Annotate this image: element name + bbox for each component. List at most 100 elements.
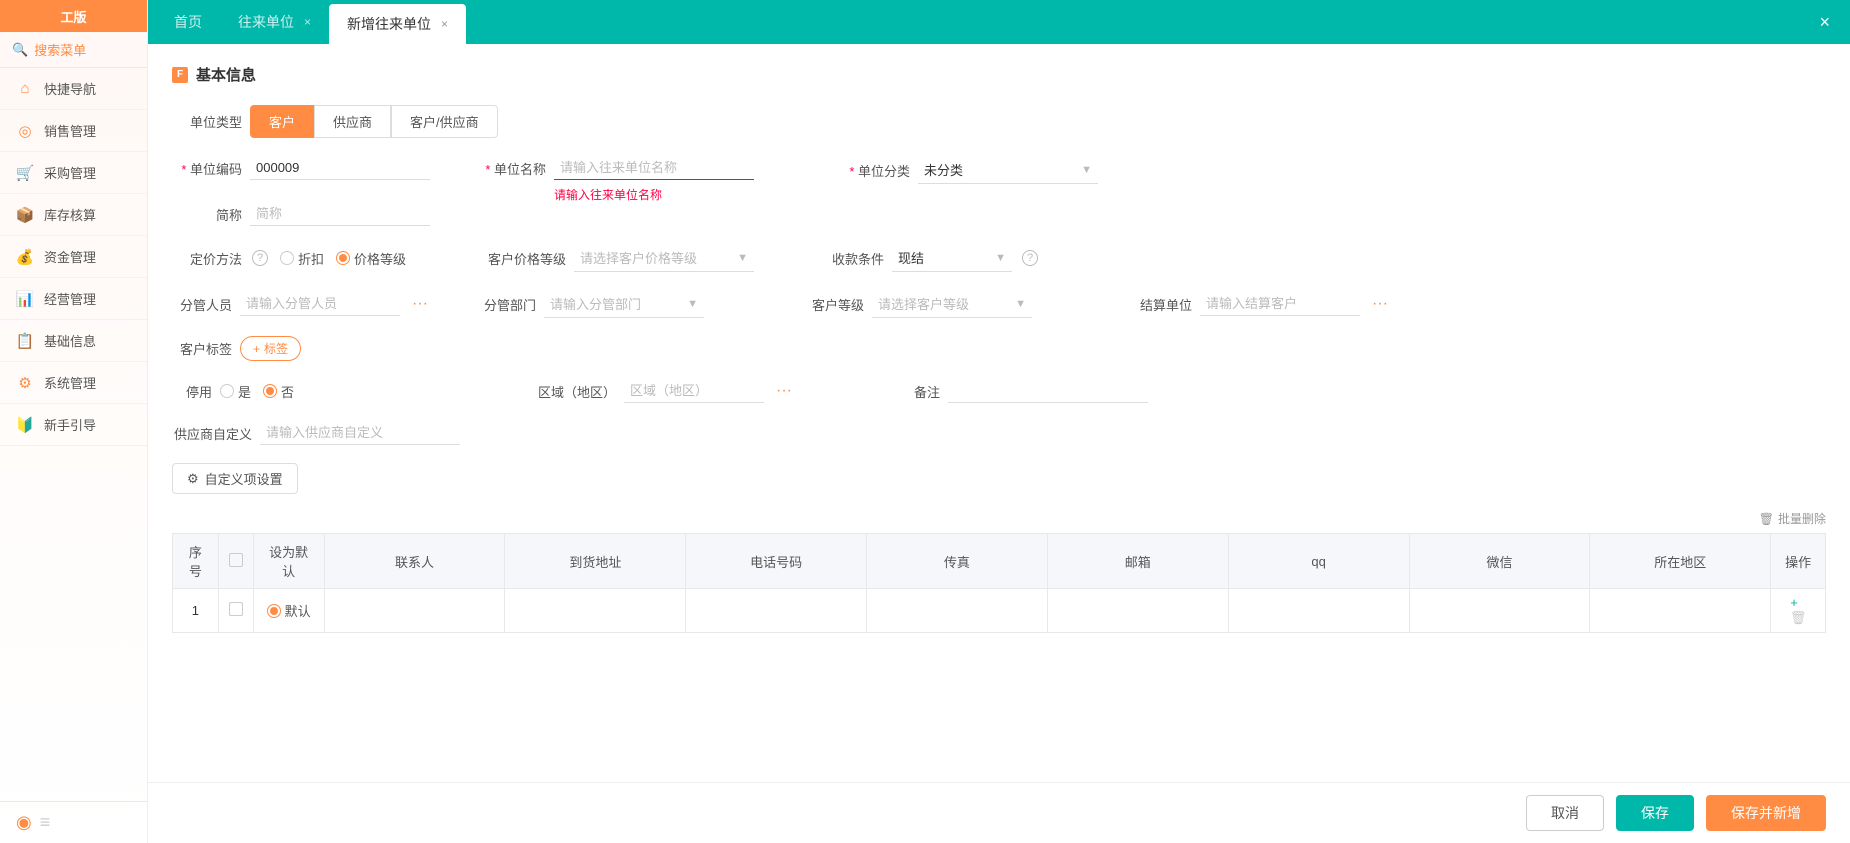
col-wechat: 微信 [1409,534,1590,589]
sidebar-item-inventory[interactable]: 📦 库存核算 [0,194,147,236]
radio-yes[interactable]: 是 [220,382,251,401]
cell-phone[interactable] [686,589,867,633]
custom-settings-button[interactable]: ⚙ 自定义项设置 [172,463,298,494]
manager-label: 分管人员 [172,295,232,314]
manager-input[interactable] [240,292,400,316]
cell-wechat[interactable] [1409,589,1590,633]
cell-checkbox[interactable] [218,589,253,633]
settlement-more-icon[interactable]: ··· [1368,295,1392,313]
pricing-help-icon[interactable]: ? [252,250,268,266]
save-new-button[interactable]: 保存并新增 [1706,795,1826,831]
form-content: F 基本信息 单位类型 客户 供应商 客户/供应商 单位编码 单位名称 [148,44,1850,782]
area-more-icon[interactable]: ··· [772,382,796,400]
save-button[interactable]: 保存 [1616,795,1694,831]
tab-home[interactable]: 首页 [156,0,220,44]
pricing-method-group: 定价方法 ? 折扣 价格等级 [172,249,452,268]
payment-terms-select[interactable]: 现结 ▼ [892,244,1012,272]
sidebar-item-sales[interactable]: ◎ 销售管理 [0,110,147,152]
radio-price-level[interactable]: 价格等级 [336,249,406,268]
tab-new-contact[interactable]: 新增往来单位 × [329,4,466,44]
customer-tag-row: 客户标签 + 标签 [172,336,1826,361]
unit-code-input[interactable] [250,156,430,180]
address-input[interactable] [515,603,675,618]
customer-level-placeholder: 请选择客户等级 [878,294,969,313]
sidebar-logo[interactable]: 工版 [0,0,147,32]
payment-help-icon[interactable]: ? [1022,250,1038,266]
short-name-input[interactable] [250,202,430,226]
sidebar-item-guide[interactable]: 🔰 新手引导 [0,404,147,446]
unit-category-select[interactable]: 未分类 ▼ [918,156,1098,184]
row-checkbox[interactable] [229,602,243,616]
remark-input[interactable] [948,379,1148,403]
unit-category-label: 单位分类 [840,161,910,180]
qq-input[interactable] [1239,603,1399,618]
add-row-icon[interactable]: + [1790,595,1798,610]
unit-type-row: 单位类型 客户 供应商 客户/供应商 [172,105,1826,138]
radio-discount[interactable]: 折扣 [280,249,324,268]
unit-name-input[interactable] [554,156,754,180]
sidebar-item-basic[interactable]: 📋 基础信息 [0,320,147,362]
phone-input[interactable] [696,603,856,618]
add-tag-button[interactable]: + 标签 [240,336,301,361]
settlement-input[interactable] [1200,292,1360,316]
sidebar-item-purchase[interactable]: 🛒 采购管理 [0,152,147,194]
area-cell-input[interactable] [1600,603,1760,618]
menu-icon[interactable]: ≡ [40,812,51,833]
manager-more-icon[interactable]: ··· [408,295,432,313]
row-default-radio[interactable]: 默认 [264,601,314,620]
sidebar-search[interactable]: 🔍 搜索菜单 [0,32,147,68]
tab-new-contact-close[interactable]: × [441,17,448,31]
supplier-custom-input[interactable] [260,421,460,445]
sidebar-item-operation[interactable]: 📊 经营管理 [0,278,147,320]
email-input[interactable] [1058,603,1218,618]
tab-new-contact-label: 新增往来单位 [347,14,431,34]
disabled-area-row: 停用 是 否 区域（地区） ··· 备注 [172,379,1826,403]
cell-fax[interactable] [867,589,1048,633]
customer-level-select[interactable]: 请选择客户等级 ▼ [872,290,1032,318]
delete-row-icon[interactable]: 🗑 [1790,610,1807,625]
tab-home-label: 首页 [174,12,202,32]
radio-no[interactable]: 否 [263,382,294,401]
cell-qq[interactable] [1228,589,1409,633]
unit-btn-both[interactable]: 客户/供应商 [391,105,498,138]
settlement-group: 结算单位 ··· [1132,292,1412,316]
unit-code-group: 单位编码 [172,156,452,180]
row-default-circle [267,604,281,618]
finance-icon: 💰 [16,248,34,266]
sidebar: 工版 🔍 搜索菜单 ⌂ 快捷导航 ◎ 销售管理 🛒 采购管理 📦 库存核算 💰 … [0,0,148,843]
customer-price-select[interactable]: 请选择客户价格等级 ▼ [574,244,754,272]
cell-area[interactable] [1590,589,1771,633]
tab-contacts-close[interactable]: × [304,15,311,29]
unit-btn-customer[interactable]: 客户 [250,105,314,138]
unit-btn-supplier[interactable]: 供应商 [314,105,391,138]
user-icon[interactable]: ◉ [16,812,32,833]
fax-input[interactable] [877,603,1037,618]
cell-address[interactable] [505,589,686,633]
cell-email[interactable] [1047,589,1228,633]
form-footer: 取消 保存 保存并新增 [148,782,1850,843]
unit-code-label: 单位编码 [172,159,242,178]
customer-price-label: 客户价格等级 [476,249,566,268]
cancel-button[interactable]: 取消 [1526,795,1604,831]
unit-name-error: 请输入往来单位名称 [554,186,662,203]
cell-default: 默认 [253,589,324,633]
department-select[interactable]: 请输入分管部门 ▼ [544,290,704,318]
sidebar-item-system[interactable]: ⚙ 系统管理 [0,362,147,404]
pricing-row: 定价方法 ? 折扣 价格等级 客户价格等级 请选择客户价格等级 [172,244,1826,272]
cell-contact[interactable] [324,589,505,633]
tab-contacts[interactable]: 往来单位 × [220,0,329,44]
wechat-input[interactable] [1420,603,1580,618]
basic-icon: 📋 [16,332,34,350]
customer-tag-group: 客户标签 + 标签 [172,336,452,361]
sales-icon: ◎ [16,122,34,140]
contact-input[interactable] [335,603,495,618]
header-checkbox[interactable] [229,553,243,567]
section-basic-info: F 基本信息 [172,64,1826,85]
sidebar-item-finance[interactable]: 💰 资金管理 [0,236,147,278]
batch-delete-button[interactable]: 🗑 批量删除 [1759,510,1826,527]
close-all-tabs[interactable]: × [1807,12,1842,33]
sidebar-item-quick-nav[interactable]: ⌂ 快捷导航 [0,68,147,110]
area-input[interactable] [624,379,764,403]
remark-label: 备注 [900,382,940,401]
sidebar-item-label: 销售管理 [44,121,96,140]
